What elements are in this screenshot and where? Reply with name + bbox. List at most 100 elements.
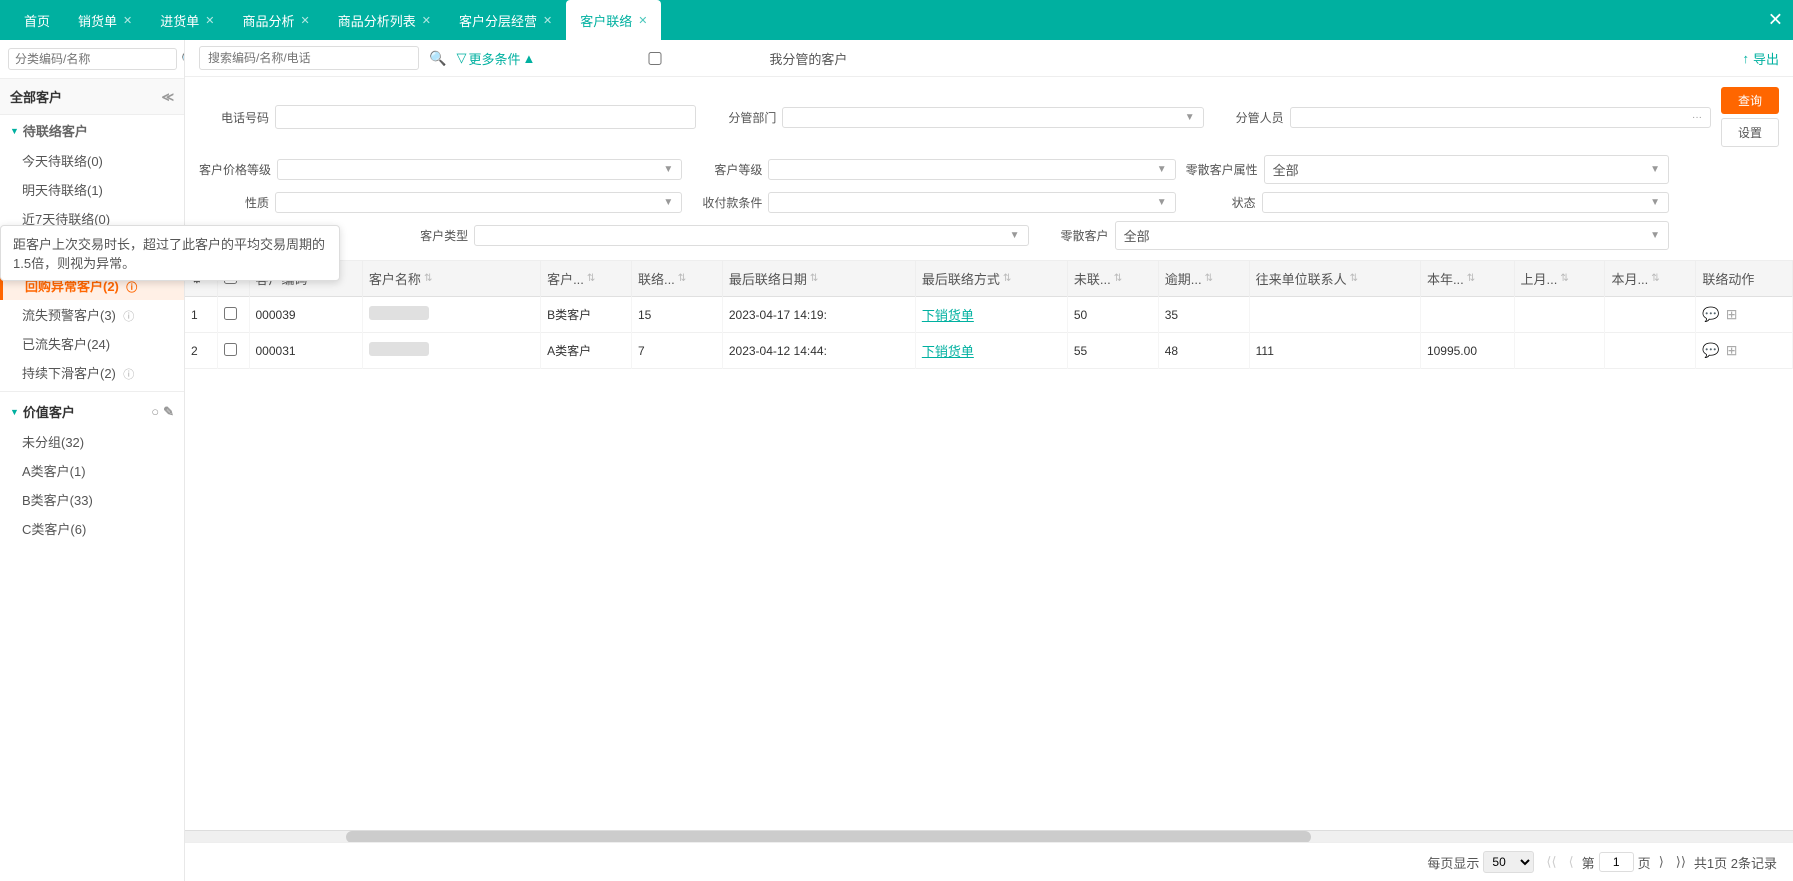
prev-page-button[interactable]: ⟨: [1565, 852, 1578, 872]
main-search-button[interactable]: 🔍: [429, 50, 446, 67]
circle-icon[interactable]: ○: [151, 404, 159, 420]
query-button[interactable]: 查询: [1721, 87, 1779, 114]
more-conditions-button[interactable]: ▽ 更多条件 ▲: [456, 49, 535, 68]
close-customer-tier-tab[interactable]: ✕: [543, 14, 552, 27]
customer-level-chevron: ▼: [1157, 164, 1167, 175]
edit-icon[interactable]: ✎: [163, 404, 174, 420]
row1-uncontacted: 50: [1067, 297, 1158, 333]
person-dots: ···: [1692, 112, 1702, 123]
page-input[interactable]: [1599, 852, 1634, 872]
row1-checkbox-cell[interactable]: [217, 297, 249, 333]
price-level-select[interactable]: ▼: [277, 159, 682, 180]
row1-checkbox[interactable]: [224, 307, 237, 320]
nav-product-list[interactable]: 商品分析列表 ✕: [324, 0, 445, 40]
info-icon-churn: ⓘ: [123, 311, 134, 323]
filter-row-3: 性质 ▼ 收付款条件 ▼ 状态: [199, 192, 1779, 213]
price-level-label: 客户价格等级: [199, 161, 271, 178]
row2-method-link[interactable]: 下销货单: [922, 344, 974, 359]
col-this-month[interactable]: 本月... ⇅: [1605, 261, 1696, 297]
row1-contact-icon[interactable]: 💬: [1702, 306, 1719, 323]
close-customer-contact-tab[interactable]: ✕: [638, 14, 647, 27]
sidebar-search-input[interactable]: [8, 48, 177, 70]
col-this-year[interactable]: 本年... ⇅: [1420, 261, 1514, 297]
nav-customer-contact[interactable]: 客户联络 ✕: [566, 0, 661, 40]
content-area: 距客户上次交易时长，超过了此客户的平均交易周期的1.5倍，则视为异常。 🔍 ▽ …: [185, 40, 1793, 881]
sidebar-item-tomorrow[interactable]: 明天待联络(1): [0, 175, 184, 204]
nature-select[interactable]: ▼: [275, 192, 682, 213]
sidebar-item-class-c[interactable]: C类客户(6): [0, 514, 184, 543]
close-product-list-tab[interactable]: ✕: [422, 14, 431, 27]
col-this-year-sort-icon: ⇅: [1467, 273, 1475, 284]
filter-row-4: ··· 客户类型 ▼ 零散客户 全部 ▼: [199, 221, 1779, 250]
row2-checkbox-cell[interactable]: [217, 333, 249, 369]
export-button[interactable]: ↑ 导出: [1742, 49, 1779, 68]
col-name[interactable]: 客户名称 ⇅: [362, 261, 540, 297]
sidebar-item-unGrouped[interactable]: 未分组(32): [0, 427, 184, 456]
dept-select[interactable]: ▼: [782, 107, 1203, 128]
last-page-button[interactable]: ⟩⟩: [1672, 852, 1690, 872]
close-sales-tab[interactable]: ✕: [123, 14, 132, 27]
pending-contact-section[interactable]: 待联络客户: [0, 115, 184, 146]
next-page-button[interactable]: ⟩: [1655, 852, 1668, 872]
nav-purchase[interactable]: 进货单 ✕: [146, 0, 228, 40]
row2-grid-icon[interactable]: ⊞: [1726, 342, 1738, 359]
my-customers-checkbox-label[interactable]: 我分管的客户: [545, 49, 847, 68]
filter-nature: 性质 ▼: [199, 192, 682, 213]
row2-contact-icon[interactable]: 💬: [1702, 342, 1719, 359]
customer-level-select[interactable]: ▼: [768, 159, 1175, 180]
sidebar-item-class-a[interactable]: A类客户(1): [0, 456, 184, 485]
person-select[interactable]: ···: [1290, 107, 1711, 128]
close-product-analysis-tab[interactable]: ✕: [301, 14, 310, 27]
main-search-input[interactable]: [199, 46, 419, 70]
status-select[interactable]: ▼: [1262, 192, 1669, 213]
row2-last-method[interactable]: 下销货单: [915, 333, 1067, 369]
row2-checkbox[interactable]: [224, 343, 237, 356]
filter-dept: 分管部门 ▼: [706, 107, 1203, 128]
close-purchase-tab[interactable]: ✕: [205, 14, 214, 27]
nav-customer-tier[interactable]: 客户分层经营 ✕: [445, 0, 566, 40]
collapse-sidebar-button[interactable]: ≪: [161, 90, 174, 104]
close-all-tabs[interactable]: ✕: [1768, 10, 1783, 31]
retail-customer-select[interactable]: 全部 ▼: [1115, 221, 1669, 250]
sidebar-item-declining[interactable]: 持续下滑客户(2) ⓘ: [0, 358, 184, 387]
payment-select[interactable]: ▼: [768, 192, 1175, 213]
filter-bar: 🔍 ▽ 更多条件 ▲ 我分管的客户 ↑ 导出: [185, 40, 1793, 77]
col-customer-type[interactable]: 客户... ⇅: [541, 261, 632, 297]
col-uncontacted[interactable]: 未联... ⇅: [1067, 261, 1158, 297]
col-last-method[interactable]: 最后联络方式 ⇅: [915, 261, 1067, 297]
row1-grid-icon[interactable]: ⊞: [1726, 306, 1738, 323]
customer-type-select[interactable]: ▼: [474, 225, 1028, 246]
horizontal-scrollbar[interactable]: [185, 830, 1793, 842]
first-page-button[interactable]: ⟨⟨: [1542, 852, 1560, 872]
phone-label: 电话号码: [199, 109, 269, 126]
col-contact-person[interactable]: 往来单位联系人 ⇅: [1249, 261, 1420, 297]
sidebar-item-churned[interactable]: 已流失客户(24): [0, 329, 184, 358]
col-overdue[interactable]: 逾期... ⇅: [1158, 261, 1249, 297]
row1-method-link[interactable]: 下销货单: [922, 308, 974, 323]
settings-button[interactable]: 设置: [1721, 118, 1779, 147]
col-contact[interactable]: 联络... ⇅: [631, 261, 722, 297]
my-customers-checkbox[interactable]: [545, 52, 765, 65]
all-customers-header[interactable]: 全部客户 ≪: [0, 79, 184, 115]
sidebar-item-today[interactable]: 今天待联络(0): [0, 146, 184, 175]
col-last-date[interactable]: 最后联络日期 ⇅: [722, 261, 915, 297]
nav-sales[interactable]: 销货单 ✕: [64, 0, 146, 40]
row1-this-month: [1605, 297, 1696, 333]
payment-label: 收付款条件: [692, 194, 762, 211]
row1-contact-person: [1249, 297, 1420, 333]
row1-code: 000039: [249, 297, 362, 333]
col-last-month[interactable]: 上月... ⇅: [1514, 261, 1605, 297]
nav-product-analysis[interactable]: 商品分析 ✕: [228, 0, 323, 40]
nav-home[interactable]: 首页: [10, 0, 64, 40]
sidebar-item-class-b[interactable]: B类客户(33): [0, 485, 184, 514]
customer-group-title[interactable]: ▼ 价值客户 ○ ✎: [0, 396, 184, 427]
phone-input[interactable]: [275, 105, 696, 129]
retail-attr-select[interactable]: 全部 ▼: [1264, 155, 1669, 184]
total-pages-label: 页: [1638, 853, 1651, 872]
dept-chevron-icon: ▼: [1185, 112, 1195, 123]
row1-last-method[interactable]: 下销货单: [915, 297, 1067, 333]
per-page-select[interactable]: 50 100 200: [1483, 851, 1534, 873]
sidebar-item-churn-warning[interactable]: 流失预警客户(3) ⓘ: [0, 300, 184, 329]
retail-customer-label: 零散客户: [1039, 227, 1109, 244]
export-icon: ↑: [1742, 51, 1749, 66]
